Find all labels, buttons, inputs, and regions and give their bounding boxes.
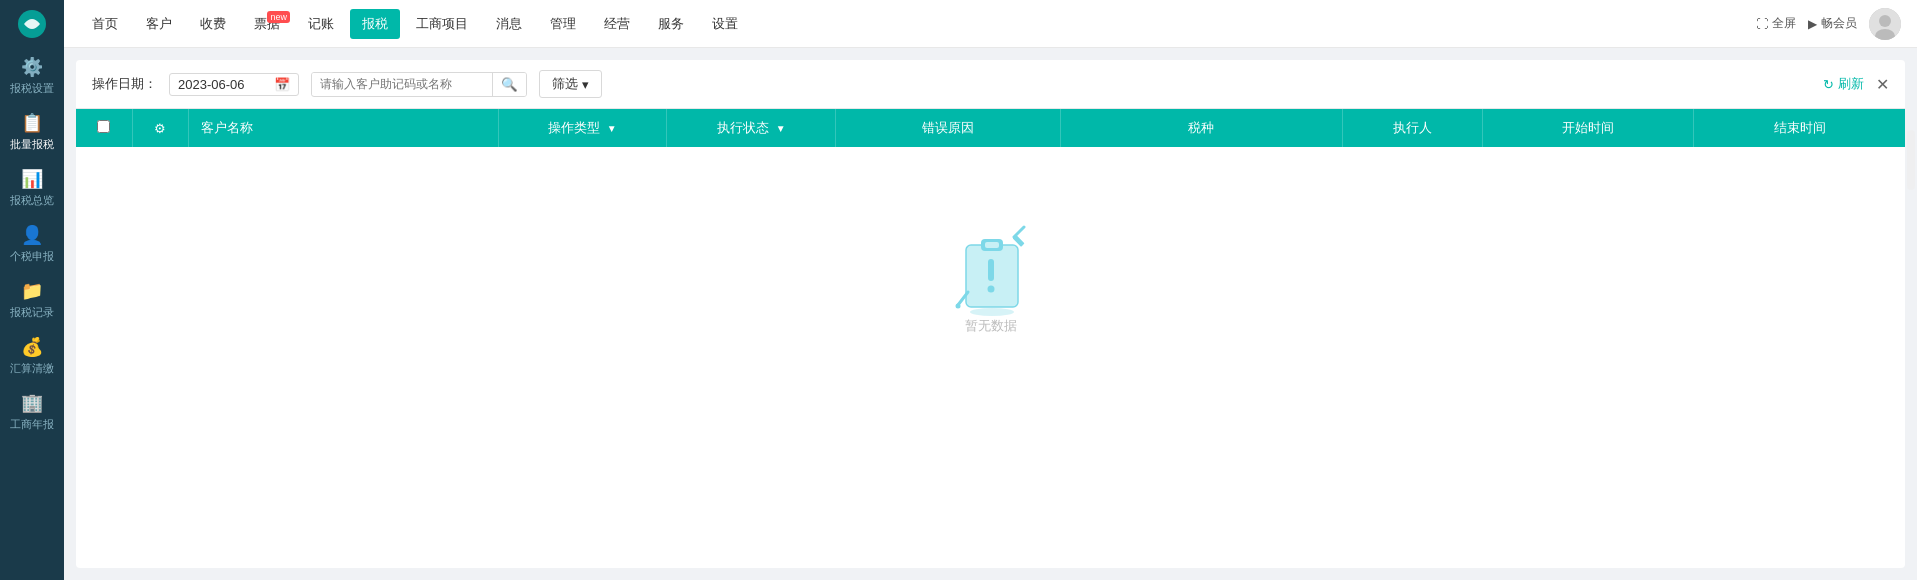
sidebar-logo bbox=[0, 0, 64, 48]
piliang-baoshui-icon: 📋 bbox=[21, 112, 43, 134]
th-customer: 客户名称 bbox=[189, 109, 499, 147]
baoshui-jilu-icon: 📁 bbox=[21, 280, 43, 302]
sidebar-item-label: 报税记录 bbox=[10, 305, 54, 320]
fullscreen-icon: ⛶ bbox=[1756, 17, 1768, 31]
svg-line-4 bbox=[1014, 227, 1024, 237]
empty-illustration bbox=[946, 217, 1036, 317]
th-tax: 税种 bbox=[1061, 109, 1342, 147]
sidebar-item-gongshangnian[interactable]: 🏢 工商年报 bbox=[0, 384, 64, 440]
nav-gongshang[interactable]: 工商项目 bbox=[404, 9, 480, 39]
filter-label-text: 筛选 bbox=[552, 75, 578, 93]
refresh-icon: ↻ bbox=[1823, 77, 1834, 92]
status-filter-icon: ▼ bbox=[776, 123, 786, 134]
svg-rect-8 bbox=[985, 242, 999, 248]
sidebar-item-label: 个税申报 bbox=[10, 249, 54, 264]
filter-bar: 操作日期： 📅 🔍 筛选 ▾ ↻ 刷新 ✕ bbox=[76, 60, 1905, 109]
svg-point-10 bbox=[987, 286, 994, 293]
nav-baoshui[interactable]: 报税 bbox=[350, 9, 400, 39]
th-start-time: 开始时间 bbox=[1483, 109, 1694, 147]
svg-rect-9 bbox=[988, 259, 994, 281]
th-gear[interactable]: ⚙ bbox=[132, 109, 188, 147]
sidebar-item-label: 报税总览 bbox=[10, 193, 54, 208]
gongshangnian-icon: 🏢 bbox=[21, 392, 43, 414]
nav-jizhang[interactable]: 记账 bbox=[296, 9, 346, 39]
topnav-right: ⛶ 全屏 ▶ 畅会员 bbox=[1756, 8, 1901, 40]
main-content: 首页 客户 收费 票据 new 记账 报税 工商项目 消息 管理 经营 服务 设… bbox=[64, 0, 1917, 580]
nav-guanli[interactable]: 管理 bbox=[538, 9, 588, 39]
sidebar-item-huisuan[interactable]: 💰 汇算清缴 bbox=[0, 328, 64, 384]
close-button[interactable]: ✕ bbox=[1876, 75, 1889, 94]
nav-piao[interactable]: 票据 new bbox=[242, 9, 292, 39]
sidebar-item-baoshui-zonlan[interactable]: 📊 报税总览 bbox=[0, 160, 64, 216]
search-wrap: 🔍 bbox=[311, 72, 527, 97]
th-error: 错误原因 bbox=[836, 109, 1061, 147]
sidebar-item-piliang-baoshui[interactable]: 📋 批量报税 bbox=[0, 104, 64, 160]
calendar-icon: 📅 bbox=[274, 77, 290, 92]
nav-shoufei[interactable]: 收费 bbox=[188, 9, 238, 39]
baoshui-zonlan-icon: 📊 bbox=[21, 168, 43, 190]
th-end-time: 结束时间 bbox=[1694, 109, 1905, 147]
svg-point-13 bbox=[955, 304, 960, 309]
chevron-down-icon: ▾ bbox=[582, 77, 589, 92]
sidebar-item-baoshui-shezhi[interactable]: ⚙️ 报税设置 bbox=[0, 48, 64, 104]
nav-customer[interactable]: 客户 bbox=[134, 9, 184, 39]
filter-button[interactable]: 筛选 ▾ bbox=[539, 70, 602, 98]
table-body: 暂无数据 bbox=[76, 147, 1905, 405]
nav-jingying[interactable]: 经营 bbox=[592, 9, 642, 39]
nav-home[interactable]: 首页 bbox=[80, 9, 130, 39]
sidebar-item-baoshui-jilu[interactable]: 📁 报税记录 bbox=[0, 272, 64, 328]
svg-point-2 bbox=[1879, 15, 1891, 27]
search-button[interactable]: 🔍 bbox=[492, 73, 526, 96]
gear-icon: ⚙ bbox=[154, 121, 166, 136]
empty-state: 暂无数据 bbox=[76, 177, 1905, 375]
th-checkbox[interactable] bbox=[76, 109, 132, 147]
sidebar-item-label: 批量报税 bbox=[10, 137, 54, 152]
sidebar-item-label: 报税设置 bbox=[10, 81, 54, 96]
baoshui-shezhi-icon: ⚙️ bbox=[21, 56, 43, 78]
video-icon: ▶ bbox=[1808, 17, 1817, 31]
nav-shezhi[interactable]: 设置 bbox=[700, 9, 750, 39]
table-header-row: ⚙ 客户名称 操作类型 ▼ 执行状态 ▼ bbox=[76, 109, 1905, 147]
content-area: 操作日期： 📅 🔍 筛选 ▾ ↻ 刷新 ✕ bbox=[64, 48, 1917, 580]
empty-text: 暂无数据 bbox=[965, 317, 1017, 335]
refresh-label: 刷新 bbox=[1838, 75, 1864, 93]
th-executor: 执行人 bbox=[1342, 109, 1483, 147]
date-label: 操作日期： bbox=[92, 75, 157, 93]
sidebar-item-geshui-shenbao[interactable]: 👤 个税申报 bbox=[0, 216, 64, 272]
table-container: ⚙ 客户名称 操作类型 ▼ 执行状态 ▼ bbox=[76, 109, 1905, 568]
sidebar-item-label: 工商年报 bbox=[10, 417, 54, 432]
user-avatar[interactable] bbox=[1869, 8, 1901, 40]
nav-badge-new: new bbox=[267, 11, 290, 24]
refresh-button[interactable]: ↻ 刷新 bbox=[1823, 75, 1864, 93]
fullscreen-label: 全屏 bbox=[1772, 15, 1796, 32]
search-input[interactable] bbox=[312, 73, 492, 95]
th-optype[interactable]: 操作类型 ▼ bbox=[498, 109, 667, 147]
optype-filter-icon: ▼ bbox=[607, 123, 617, 134]
sidebar-item-label: 汇算清缴 bbox=[10, 361, 54, 376]
th-status[interactable]: 执行状态 ▼ bbox=[667, 109, 836, 147]
huisuan-icon: 💰 bbox=[21, 336, 43, 358]
sidebar: ⚙️ 报税设置 📋 批量报税 📊 报税总览 👤 个税申报 📁 报税记录 💰 汇算… bbox=[0, 0, 64, 580]
date-input[interactable] bbox=[178, 77, 268, 92]
topnav: 首页 客户 收费 票据 new 记账 报税 工商项目 消息 管理 经营 服务 设… bbox=[64, 0, 1917, 48]
member-label: 畅会员 bbox=[1821, 15, 1857, 32]
fullscreen-button[interactable]: ⛶ 全屏 bbox=[1756, 15, 1796, 32]
topnav-items: 首页 客户 收费 票据 new 记账 报税 工商项目 消息 管理 经营 服务 设… bbox=[80, 9, 1756, 39]
geshui-shenbao-icon: 👤 bbox=[21, 224, 43, 246]
svg-point-11 bbox=[970, 308, 1014, 316]
nav-fuwu[interactable]: 服务 bbox=[646, 9, 696, 39]
select-all-checkbox[interactable] bbox=[97, 120, 110, 133]
empty-state-row: 暂无数据 bbox=[76, 147, 1905, 405]
nav-xiaoxi[interactable]: 消息 bbox=[484, 9, 534, 39]
date-picker[interactable]: 📅 bbox=[169, 73, 299, 96]
member-button[interactable]: ▶ 畅会员 bbox=[1808, 15, 1857, 32]
data-table: ⚙ 客户名称 操作类型 ▼ 执行状态 ▼ bbox=[76, 109, 1905, 405]
